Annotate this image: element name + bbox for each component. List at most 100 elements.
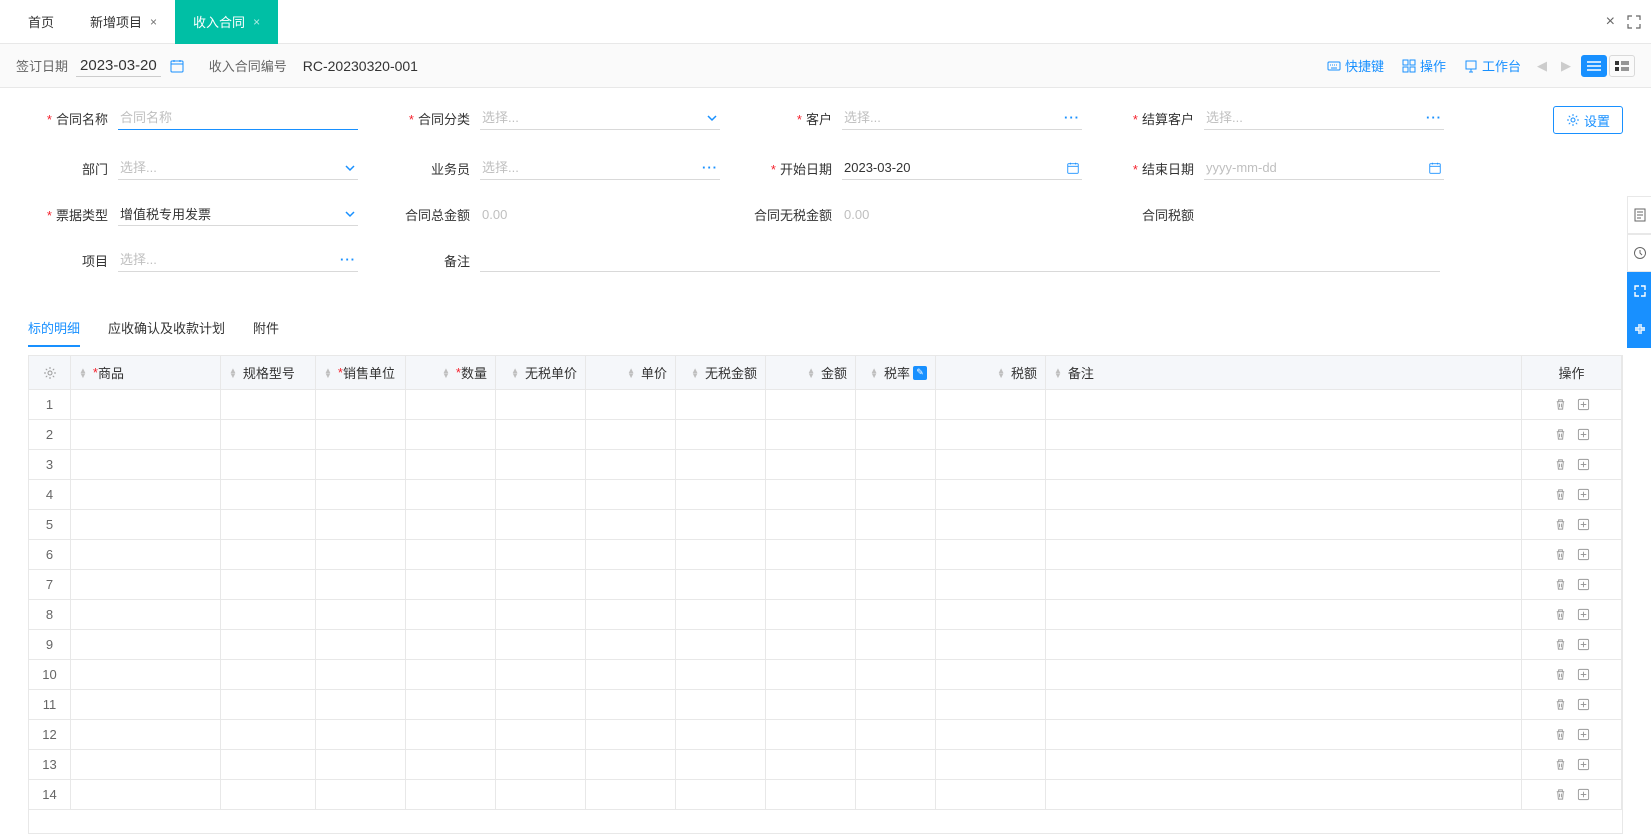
cell-product[interactable] (71, 540, 221, 569)
th-spec[interactable]: ▲▼规格型号 (221, 356, 316, 389)
delete-icon[interactable] (1554, 788, 1567, 801)
delete-icon[interactable] (1554, 398, 1567, 411)
start-date-input[interactable] (844, 160, 1066, 175)
calendar-icon[interactable] (1428, 161, 1442, 175)
cell-note[interactable] (1046, 450, 1522, 479)
cell-qty[interactable] (406, 780, 496, 809)
delete-icon[interactable] (1554, 638, 1567, 651)
cell-price-notax[interactable] (496, 630, 586, 659)
cell-amount-notax[interactable] (676, 690, 766, 719)
cell-product[interactable] (71, 780, 221, 809)
add-row-icon[interactable] (1577, 638, 1590, 651)
cell-tax[interactable] (936, 690, 1046, 719)
table-row[interactable]: 13 (29, 750, 1622, 780)
delete-icon[interactable] (1554, 698, 1567, 711)
cell-qty[interactable] (406, 600, 496, 629)
th-amount-notax[interactable]: ▲▼无税金额 (676, 356, 766, 389)
cell-qty[interactable] (406, 450, 496, 479)
cell-unit[interactable] (316, 420, 406, 449)
table-row[interactable]: 11 (29, 690, 1622, 720)
cell-note[interactable] (1046, 480, 1522, 509)
cell-note[interactable] (1046, 780, 1522, 809)
cell-qty[interactable] (406, 540, 496, 569)
cell-qty[interactable] (406, 630, 496, 659)
cell-note[interactable] (1046, 630, 1522, 659)
cell-spec[interactable] (221, 600, 316, 629)
calendar-icon[interactable] (169, 58, 185, 74)
cell-amount-notax[interactable] (676, 390, 766, 419)
cell-product[interactable] (71, 510, 221, 539)
cell-unit[interactable] (316, 390, 406, 419)
cell-taxrate[interactable] (856, 570, 936, 599)
cell-amount-notax[interactable] (676, 450, 766, 479)
add-row-icon[interactable] (1577, 398, 1590, 411)
cell-amount-notax[interactable] (676, 510, 766, 539)
contract-name-input[interactable] (120, 110, 356, 125)
cell-price[interactable] (586, 690, 676, 719)
more-icon[interactable]: ··· (1064, 110, 1080, 125)
sort-icon[interactable]: ▲▼ (442, 368, 450, 378)
cell-amount[interactable] (766, 510, 856, 539)
table-row[interactable]: 12 (29, 720, 1622, 750)
cell-price[interactable] (586, 720, 676, 749)
cell-tax[interactable] (936, 780, 1046, 809)
table-row[interactable]: 5 (29, 510, 1622, 540)
cell-taxrate[interactable] (856, 420, 936, 449)
remark-field[interactable] (480, 248, 1440, 272)
add-row-icon[interactable] (1577, 488, 1590, 501)
sort-icon[interactable]: ▲▼ (229, 368, 237, 378)
add-row-icon[interactable] (1577, 758, 1590, 771)
cell-spec[interactable] (221, 510, 316, 539)
float-edit-icon[interactable] (1627, 196, 1651, 234)
delete-icon[interactable] (1554, 578, 1567, 591)
float-collapse-icon[interactable] (1627, 310, 1651, 348)
cell-amount[interactable] (766, 420, 856, 449)
cell-taxrate[interactable] (856, 510, 936, 539)
project-field[interactable]: ··· (118, 248, 358, 272)
cell-price-notax[interactable] (496, 690, 586, 719)
cell-taxrate[interactable] (856, 390, 936, 419)
cell-amount[interactable] (766, 690, 856, 719)
cell-price[interactable] (586, 540, 676, 569)
cell-tax[interactable] (936, 420, 1046, 449)
th-qty[interactable]: ▲▼*数量 (406, 356, 496, 389)
sort-icon[interactable]: ▲▼ (511, 368, 519, 378)
cell-amount[interactable] (766, 480, 856, 509)
add-row-icon[interactable] (1577, 428, 1590, 441)
cell-amount-notax[interactable] (676, 540, 766, 569)
cell-amount[interactable] (766, 450, 856, 479)
cell-spec[interactable] (221, 690, 316, 719)
cell-unit[interactable] (316, 690, 406, 719)
cell-amount[interactable] (766, 720, 856, 749)
cell-spec[interactable] (221, 450, 316, 479)
cell-price[interactable] (586, 420, 676, 449)
cell-taxrate[interactable] (856, 660, 936, 689)
cell-amount-notax[interactable] (676, 660, 766, 689)
cell-price[interactable] (586, 450, 676, 479)
cell-amount-notax[interactable] (676, 750, 766, 779)
contract-name-field[interactable] (118, 106, 358, 130)
workbench-button[interactable]: 工作台 (1458, 52, 1527, 79)
th-unit[interactable]: ▲▼*销售单位 (316, 356, 406, 389)
add-row-icon[interactable] (1577, 548, 1590, 561)
cell-spec[interactable] (221, 630, 316, 659)
cell-taxrate[interactable] (856, 540, 936, 569)
cell-amount[interactable] (766, 780, 856, 809)
cell-qty[interactable] (406, 570, 496, 599)
cell-price-notax[interactable] (496, 780, 586, 809)
delete-icon[interactable] (1554, 488, 1567, 501)
cell-amount[interactable] (766, 600, 856, 629)
more-icon[interactable]: ··· (702, 160, 718, 175)
settings-button[interactable]: 设置 (1553, 106, 1623, 134)
add-row-icon[interactable] (1577, 578, 1590, 591)
end-date-input[interactable] (1206, 160, 1428, 175)
cell-product[interactable] (71, 420, 221, 449)
prev-record-icon[interactable]: ◀ (1533, 58, 1551, 74)
view-detail-toggle[interactable] (1609, 55, 1635, 77)
chevron-down-icon[interactable] (344, 162, 356, 174)
cell-price[interactable] (586, 600, 676, 629)
cell-tax[interactable] (936, 630, 1046, 659)
sort-icon[interactable]: ▲▼ (1054, 368, 1062, 378)
cell-qty[interactable] (406, 660, 496, 689)
cell-spec[interactable] (221, 720, 316, 749)
